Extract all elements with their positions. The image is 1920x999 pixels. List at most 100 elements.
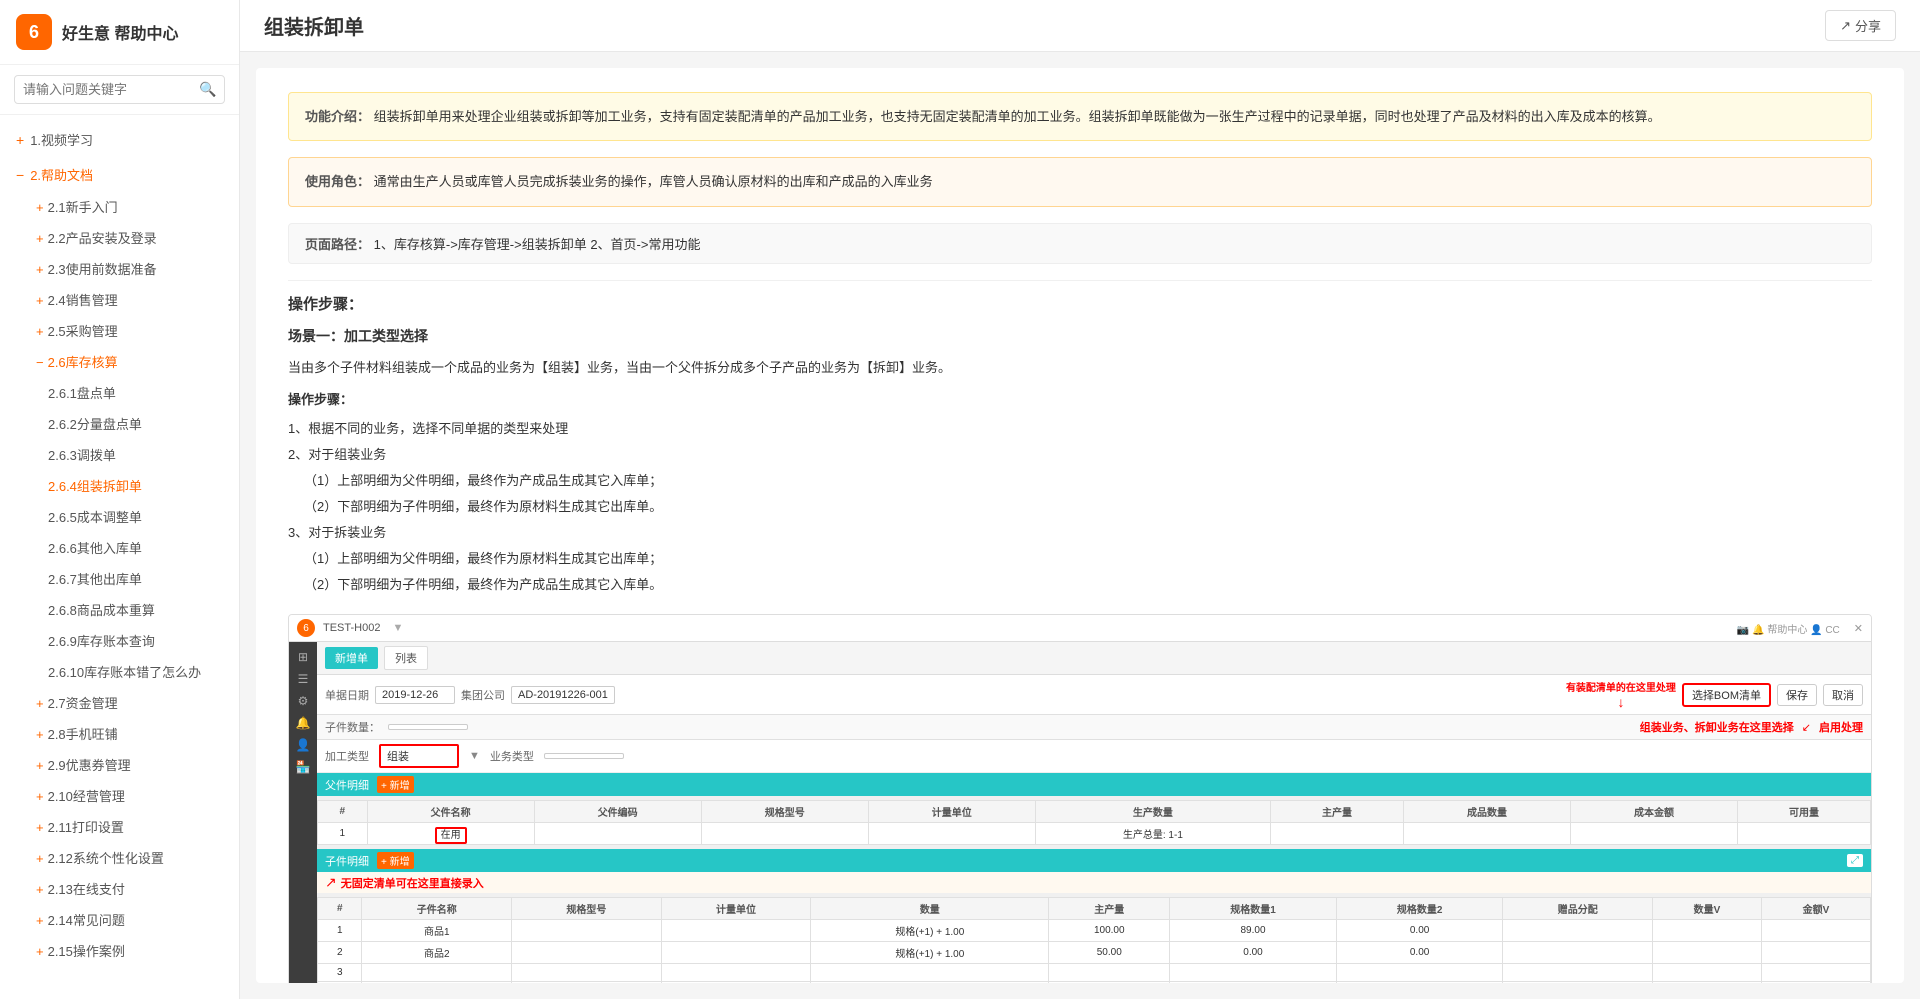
- lth-spec: 规格型号: [512, 898, 662, 920]
- sidebar-item-2-1[interactable]: +2.1新手入门: [0, 191, 239, 222]
- mock-group-label: 集团公司: [461, 687, 505, 703]
- th-prod-qty: 生产数量: [1035, 801, 1270, 823]
- lth-name: 子件名称: [362, 898, 512, 920]
- upper-table-label: 父件明细: [325, 777, 369, 793]
- mock-main-wrap: ⊞ ☰ ⚙ 🔔 👤 🏪 新增单 列表: [289, 642, 1871, 983]
- mock-lower-table: # 子件名称 规格型号 计量单位 数量 主产量 规格数量1 规格数量2 赠品分配: [317, 897, 1871, 983]
- th-parent-code: 父件编码: [534, 801, 701, 823]
- mock-close-icon[interactable]: ✕: [1854, 622, 1863, 635]
- annotation1-container: 有装配清单的在这里处理 ↓: [1566, 679, 1676, 710]
- type2-field[interactable]: [544, 753, 624, 759]
- main-area: 组装拆卸单 ↗ 分享 功能介绍： 组装拆卸单用来处理企业组装或拆卸等加工业务，支…: [240, 0, 1920, 999]
- nav-section-video: + 1.视频学习: [0, 123, 239, 156]
- lth-main: 主产量: [1049, 898, 1170, 920]
- type2-label: 业务类型: [490, 748, 534, 764]
- cell-code: [534, 823, 701, 845]
- sidebar-item-2-3[interactable]: +2.3使用前数据准备: [0, 253, 239, 284]
- nav-tree: + 1.视频学习 − 2.帮助文档 +2.1新手入门 +2.2产品安装及登录 +…: [0, 115, 239, 999]
- mock-group-field[interactable]: AD-20191226-001: [511, 686, 615, 704]
- search-input[interactable]: [23, 82, 199, 97]
- app-logo-icon: 6: [16, 14, 52, 50]
- lth-spec1: 规格数量1: [1170, 898, 1337, 920]
- mock-title-id: TEST-H002: [323, 622, 380, 634]
- sidebar-item-2-10[interactable]: +2.10经营管理: [0, 780, 239, 811]
- mock-btn-cancel[interactable]: 取消: [1823, 684, 1863, 706]
- sidebar-item-2-6-4[interactable]: 2.6.4组装拆卸单: [0, 470, 239, 501]
- cell-name: 在用: [367, 823, 534, 845]
- mock-expand-icon[interactable]: ⤢: [1847, 854, 1863, 867]
- sidebar-item-2-6-1[interactable]: 2.6.1盘点单: [0, 377, 239, 408]
- lth-qtyv: 数量V: [1653, 898, 1762, 920]
- sidebar-item-2-5[interactable]: +2.5采购管理: [0, 315, 239, 346]
- sidebar-item-2-6-6[interactable]: 2.6.6其他入库单: [0, 532, 239, 563]
- mock-btn-add-upper[interactable]: + 新增: [377, 776, 414, 793]
- sidebar-item-2-6-3[interactable]: 2.6.3调拨单: [0, 439, 239, 470]
- sidebar-item-2-6-8[interactable]: 2.6.8商品成本重算: [0, 594, 239, 625]
- nav-shop-icon: 🏪: [296, 756, 311, 778]
- mock-tabs-bar: 新增单 列表: [317, 642, 1871, 675]
- table-row: 1 在用 生产总量: 1-1: [318, 823, 1871, 845]
- sidebar-item-2-12[interactable]: +2.12系统个性化设置: [0, 842, 239, 873]
- sidebar-item-video[interactable]: + 1.视频学习: [0, 123, 239, 156]
- cell-name-field[interactable]: 在用: [435, 827, 467, 844]
- path-text: 1、库存核算->库存管理->组装拆卸单 2、首页->常用功能: [374, 237, 701, 252]
- annotation3-text: 启用处理: [1819, 719, 1863, 735]
- step3: 3、对于拆装业务: [288, 520, 1872, 546]
- th-available: 可用量: [1738, 801, 1871, 823]
- mock-type-row: 加工类型 组装 ▼ 业务类型: [317, 740, 1871, 773]
- annotation1-text: 有装配清单的在这里处理: [1566, 679, 1676, 694]
- annotation4-text: 无固定清单可在这里直接录入: [341, 875, 484, 891]
- mock-date-label: 单据日期: [325, 687, 369, 703]
- sidebar-item-2-13[interactable]: +2.13在线支付: [0, 873, 239, 904]
- sidebar-item-docs[interactable]: − 2.帮助文档: [0, 158, 239, 191]
- type1-field[interactable]: 组装: [379, 744, 459, 768]
- search-icon[interactable]: 🔍: [199, 81, 216, 98]
- th-cost: 成本金额: [1570, 801, 1737, 823]
- sidebar-item-2-11[interactable]: +2.11打印设置: [0, 811, 239, 842]
- mock-form-toolbar: 单据日期 2019-12-26 集团公司 AD-20191226-001 有装配…: [317, 675, 1871, 715]
- th-main-qty: 主产量: [1271, 801, 1404, 823]
- mock-tab-list[interactable]: 列表: [384, 646, 428, 670]
- mock-tab-new[interactable]: 新增单: [325, 647, 378, 669]
- sidebar-item-2-6-5[interactable]: 2.6.5成本调整单: [0, 501, 239, 532]
- cell-spec: [701, 823, 868, 845]
- mock-btn-save[interactable]: 保存: [1777, 684, 1817, 706]
- topbar: 组装拆卸单 ↗ 分享: [240, 0, 1920, 52]
- sidebar-item-2-14[interactable]: +2.14常见问题: [0, 904, 239, 935]
- sidebar-item-2-15[interactable]: +2.15操作案例: [0, 935, 239, 966]
- sidebar-item-2-6-2[interactable]: 2.6.2分量盘点单: [0, 408, 239, 439]
- search-area: 🔍: [0, 65, 239, 115]
- sidebar-item-2-6-10[interactable]: 2.6.10库存账本错了怎么办: [0, 656, 239, 687]
- sidebar-item-2-6-7[interactable]: 2.6.7其他出库单: [0, 563, 239, 594]
- step2-sub1: （1）上部明细为父件明细，最终作为产成品生成其它入库单；: [304, 468, 1872, 494]
- mock-btn-select-bom[interactable]: 选择BOM清单: [1682, 683, 1771, 707]
- sidebar-item-2-2[interactable]: +2.2产品安装及登录: [0, 222, 239, 253]
- sidebar-item-2-4[interactable]: +2.4销售管理: [0, 284, 239, 315]
- lth-amtv: 金额V: [1761, 898, 1870, 920]
- sidebar-item-2-6[interactable]: −2.6库存核算: [0, 346, 239, 377]
- cell-unit: [868, 823, 1035, 845]
- sidebar-item-2-6-9[interactable]: 2.6.9库存账本查询: [0, 625, 239, 656]
- share-button[interactable]: ↗ 分享: [1825, 10, 1896, 41]
- sidebar-item-2-7[interactable]: +2.7资金管理: [0, 687, 239, 718]
- annotation4-arrow: ↗: [325, 874, 337, 891]
- sidebar-item-2-8[interactable]: +2.8手机旺铺: [0, 718, 239, 749]
- mock-btn-add-lower[interactable]: + 新增: [377, 852, 414, 869]
- sidebar-item-2-9[interactable]: +2.9优惠券管理: [0, 749, 239, 780]
- mock-date-field[interactable]: 2019-12-26: [375, 686, 455, 704]
- func-intro-block: 功能介绍： 组装拆卸单用来处理企业组装或拆卸等加工业务，支持有固定装配清单的产品…: [288, 92, 1872, 141]
- scene-title: 场景一：加工类型选择: [288, 326, 1872, 346]
- logo-area: 6 好生意 帮助中心: [0, 0, 239, 65]
- mock-lower-section-header: 子件明细 + 新增 ⤢: [317, 849, 1871, 872]
- sidebar: 6 好生意 帮助中心 🔍 + 1.视频学习 − 2.帮助文档 +2.1新手入门: [0, 0, 240, 999]
- mock-upper-table: # 父件名称 父件编码 规格型号 计量单位 生产数量 主产量 成品数量 成本金额: [317, 800, 1871, 845]
- step3-sub1: （1）上部明细为父件明细，最终作为原材料生成其它出库单；: [304, 546, 1872, 572]
- mock-app: 6 TEST-H002 ▼ 📷 🔔 帮助中心 👤 CC ✕ ⊞ ☰ ⚙ 🔔 👤: [289, 615, 1871, 983]
- step2-sub: （1）上部明细为父件明细，最终作为产成品生成其它入库单； （2）下部明细为子件明…: [288, 468, 1872, 520]
- mock-count-field[interactable]: [388, 724, 468, 730]
- lth-unit: 计量单位: [661, 898, 811, 920]
- nav-home-icon: ⊞: [298, 646, 308, 668]
- lower-table-row-3: 3: [318, 964, 1871, 982]
- mock-upper-section-header: 父件明细 + 新增: [317, 773, 1871, 796]
- mock-dropdown-icon: ▼: [392, 622, 403, 634]
